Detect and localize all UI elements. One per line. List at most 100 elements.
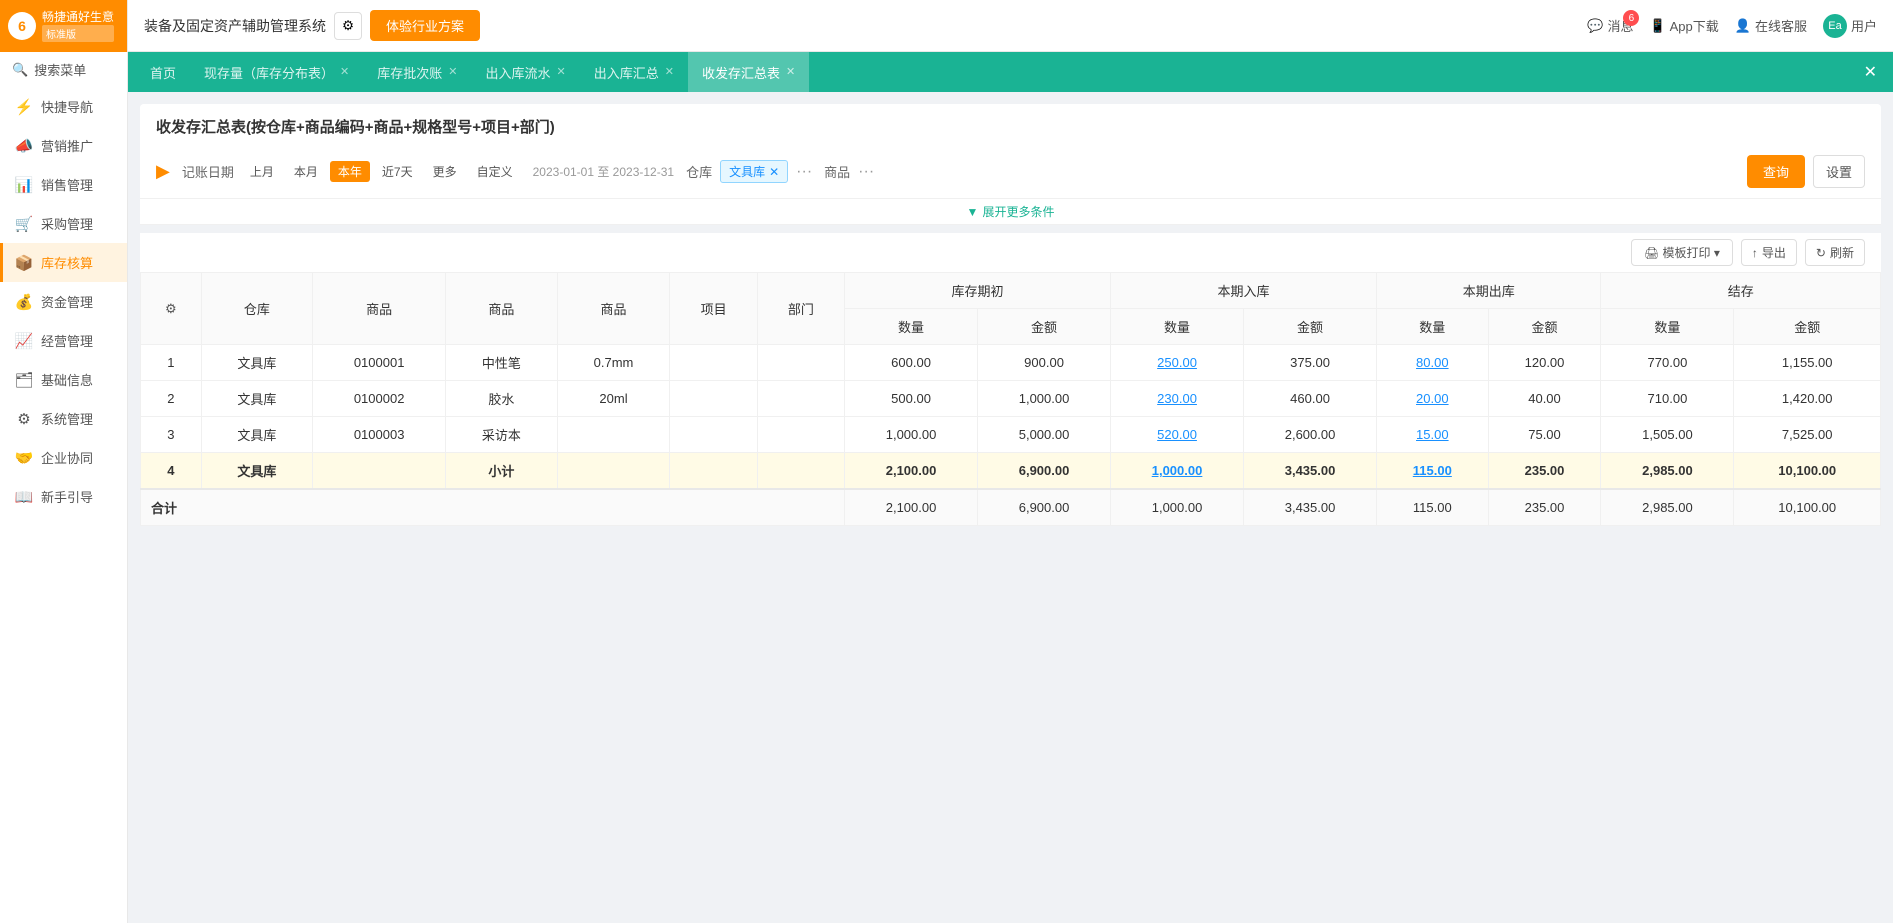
cell-out-amt: 75.00 (1488, 417, 1601, 453)
tab-inout-flow-label: 出入库流水 (485, 63, 550, 82)
date-7days[interactable]: 近7天 (374, 161, 421, 182)
filter-collapse-btn[interactable]: ▶ (156, 161, 170, 182)
expand-conditions-btn[interactable]: ▼ 展开更多条件 (967, 203, 1055, 220)
cell-out-qty-link[interactable]: 15.00 (1416, 427, 1449, 442)
date-custom[interactable]: 自定义 (469, 161, 521, 182)
table-panel: 🖨 模板打印 ▾ ↑ 导出 ↻ 刷新 (140, 233, 1881, 526)
tab-inventory-dist-close[interactable]: ✕ (340, 67, 349, 78)
refresh-button[interactable]: ↻ 刷新 (1805, 239, 1865, 266)
date-this-month[interactable]: 本月 (286, 161, 326, 182)
sidebar-item-business[interactable]: 📈 经营管理 (0, 321, 127, 360)
goods-filter-group: 商品 ··· (824, 162, 874, 181)
tab-bar-close[interactable]: ✕ (1856, 62, 1885, 82)
cell-warehouse: 文具库 (201, 381, 312, 417)
sidebar-item-sales[interactable]: 📊 销售管理 (0, 165, 127, 204)
date-last-month[interactable]: 上月 (242, 161, 282, 182)
warehouse-more-btn[interactable]: ··· (796, 163, 812, 181)
tab-inout-summary-close[interactable]: ✕ (665, 67, 674, 78)
top-header: 装备及固定资产辅助管理系统 ⚙ 体验行业方案 💬 消息 6 📱 App下载 👤 … (128, 0, 1893, 52)
tab-inventory-dist[interactable]: 现存量（库存分布表） ✕ (190, 52, 363, 92)
tab-batch-close[interactable]: ✕ (448, 67, 457, 78)
cell-in-amt: 2,600.00 (1244, 417, 1377, 453)
warehouse-tag[interactable]: 文具库 ✕ (720, 160, 788, 183)
tab-inout-flow-close[interactable]: ✕ (557, 67, 566, 78)
sidebar-item-label: 系统管理 (41, 409, 93, 428)
cell-out-qty-link[interactable]: 20.00 (1416, 391, 1449, 406)
date-this-year[interactable]: 本年 (330, 161, 370, 182)
settings-icon[interactable]: ⚙ (165, 301, 177, 316)
table-toolbar: 🖨 模板打印 ▾ ↑ 导出 ↻ 刷新 (140, 233, 1881, 272)
template-print-button[interactable]: 🖨 模板打印 ▾ (1631, 239, 1733, 266)
cell-out-qty[interactable]: 115.00 (1377, 453, 1489, 490)
sidebar-item-finance[interactable]: 💰 资金管理 (0, 282, 127, 321)
warehouse-tag-remove[interactable]: ✕ (769, 165, 779, 179)
logo-icon: 6 (8, 12, 36, 40)
cell-out-qty-link[interactable]: 80.00 (1416, 355, 1449, 370)
cell-in-qty-link[interactable]: 230.00 (1157, 391, 1197, 406)
marketing-icon: 📣 (15, 137, 33, 155)
sidebar-item-basic[interactable]: 🗂 基础信息 (0, 360, 127, 399)
cell-goods-spec (557, 417, 670, 453)
cell-goods-name: 采访本 (446, 417, 557, 453)
experience-button[interactable]: 体验行业方案 (370, 10, 480, 41)
shortcut-icon: ⚡ (15, 98, 33, 116)
cell-warehouse: 文具库 (201, 417, 312, 453)
query-button[interactable]: 查询 (1747, 155, 1805, 188)
message-action[interactable]: 💬 消息 6 (1587, 16, 1633, 35)
export-button[interactable]: ↑ 导出 (1741, 239, 1797, 266)
enterprise-icon: 🤝 (15, 449, 33, 467)
th-in-qty: 数量 (1111, 309, 1244, 345)
cell-in-qty[interactable]: 1,000.00 (1111, 453, 1244, 490)
sales-icon: 📊 (15, 176, 33, 194)
sidebar-item-shortcut[interactable]: ⚡ 快捷导航 (0, 87, 127, 126)
cell-out-qty[interactable]: 15.00 (1377, 417, 1489, 453)
sidebar-item-system[interactable]: ⚙ 系统管理 (0, 399, 127, 438)
cell-opening-amt: 1,000.00 (978, 381, 1111, 417)
search-label: 搜索菜单 (34, 60, 86, 79)
tab-receive-send[interactable]: 收发存汇总表 ✕ (688, 52, 809, 92)
tab-home-label: 首页 (150, 63, 176, 82)
cell-goods-code: 0100003 (313, 417, 446, 453)
tab-inout-summary[interactable]: 出入库汇总 ✕ (580, 52, 688, 92)
cell-out-qty[interactable]: 20.00 (1377, 381, 1489, 417)
cell-out-qty-link[interactable]: 115.00 (1413, 463, 1452, 478)
footer-balance-amt: 10,100.00 (1734, 489, 1881, 526)
sidebar-search[interactable]: 🔍 搜索菜单 (0, 52, 127, 87)
cell-in-qty-link[interactable]: 520.00 (1157, 427, 1197, 442)
goods-more-btn[interactable]: ··· (858, 163, 874, 181)
sidebar-item-enterprise[interactable]: 🤝 企业协同 (0, 438, 127, 477)
tab-inout-flow[interactable]: 出入库流水 ✕ (471, 52, 579, 92)
app-download-action[interactable]: 📱 App下载 (1649, 16, 1718, 35)
config-button[interactable]: ⚙ (334, 12, 362, 40)
sidebar-item-guide[interactable]: 📖 新手引导 (0, 477, 127, 516)
cell-in-qty[interactable]: 520.00 (1111, 417, 1244, 453)
cell-out-qty[interactable]: 80.00 (1377, 345, 1489, 381)
sidebar-item-purchase[interactable]: 🛒 采购管理 (0, 204, 127, 243)
sidebar-item-inventory[interactable]: 📦 库存核算 (0, 243, 127, 282)
cell-opening-qty: 600.00 (845, 345, 978, 381)
sidebar-logo: 6 畅捷通好生意 标准版 (0, 0, 127, 52)
cell-in-qty-link[interactable]: 1,000.00 (1152, 463, 1203, 478)
system-title: 装备及固定资产辅助管理系统 (144, 16, 326, 36)
cell-in-qty[interactable]: 250.00 (1111, 345, 1244, 381)
message-icon: 💬 (1587, 18, 1603, 34)
table-row: 3文具库0100003采访本1,000.005,000.00520.002,60… (141, 417, 1881, 453)
sidebar-item-marketing[interactable]: 📣 营销推广 (0, 126, 127, 165)
tab-receive-send-close[interactable]: ✕ (786, 67, 795, 78)
refresh-icon: ↻ (1816, 246, 1826, 260)
footer-balance-qty: 2,985.00 (1601, 489, 1734, 526)
tab-batch-account[interactable]: 库存批次账 ✕ (363, 52, 471, 92)
date-options: 上月 本月 本年 近7天 更多 自定义 (242, 161, 521, 182)
user-action[interactable]: Ea 用户 (1823, 14, 1877, 38)
th-settings[interactable]: ⚙ (141, 273, 202, 345)
app-download-label: App下载 (1670, 16, 1719, 35)
th-balance-amt: 金额 (1734, 309, 1881, 345)
date-more[interactable]: 更多 (425, 161, 465, 182)
cell-in-qty[interactable]: 230.00 (1111, 381, 1244, 417)
setting-button[interactable]: 设置 (1813, 155, 1865, 188)
cell-in-qty-link[interactable]: 250.00 (1157, 355, 1197, 370)
tab-home[interactable]: 首页 (136, 52, 190, 92)
print-icon: 🖨 (1644, 246, 1659, 260)
online-service-action[interactable]: 👤 在线客服 (1735, 16, 1807, 35)
cell-goods-code: 0100001 (313, 345, 446, 381)
